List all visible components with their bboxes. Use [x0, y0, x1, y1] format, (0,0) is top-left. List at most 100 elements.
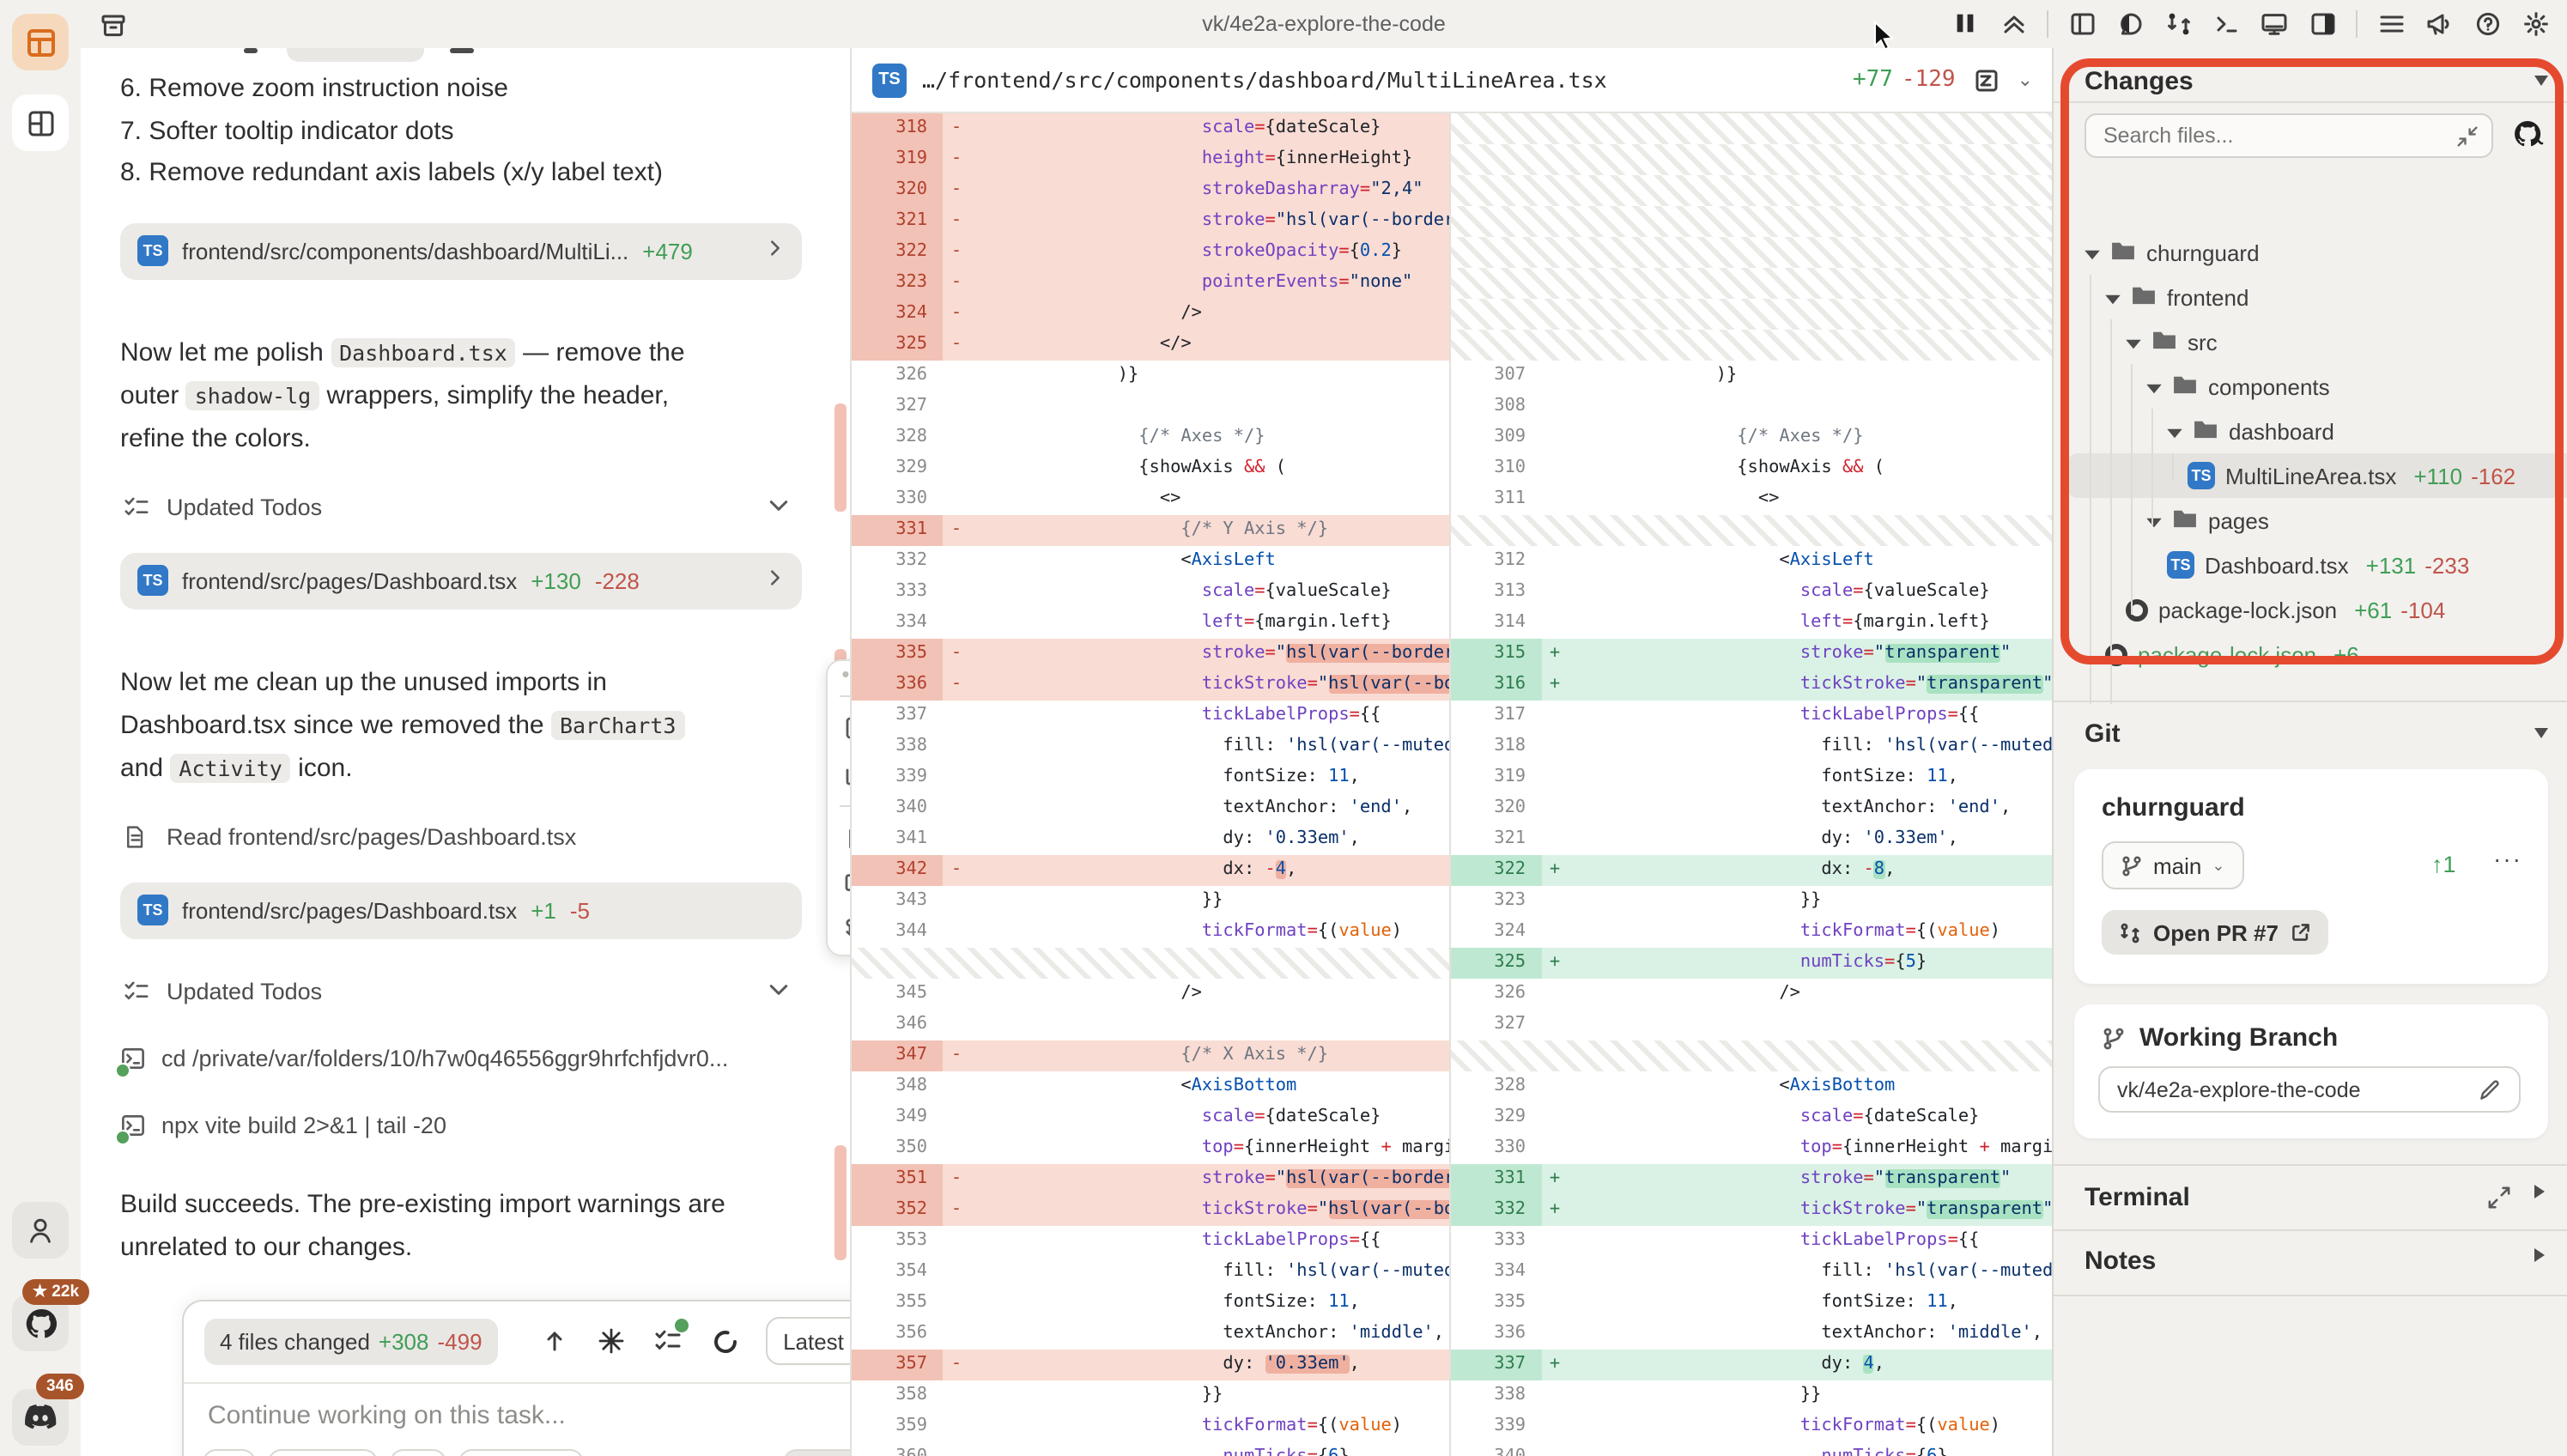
file-search-box[interactable] [2085, 113, 2493, 158]
working-branch-field[interactable]: vk/4e2a-explore-the-code [2098, 1066, 2521, 1113]
send-button[interactable]: Send [784, 1449, 850, 1456]
tree-item-label: dashboard [2229, 418, 2334, 444]
line-number: 337 [852, 701, 943, 731]
chevron-down-icon[interactable] [768, 494, 790, 521]
spark-icon[interactable] [596, 1326, 627, 1356]
diff-view-icon[interactable] [1971, 64, 2002, 95]
help-icon[interactable] [2473, 9, 2502, 38]
notes-expand-caret[interactable] [2533, 1250, 2546, 1260]
play-icon[interactable] [840, 822, 850, 853]
changes-collapse-caret[interactable] [2534, 76, 2548, 86]
tool-call-row[interactable]: Updated Todos [120, 976, 790, 1007]
diff-new-column[interactable]: 307 )}308309 {/* Axes */}310 {showAxis &… [1448, 113, 2054, 1456]
boards-button[interactable] [12, 94, 69, 151]
tree-item-dashboard-tsx[interactable]: TSDashboard.tsx+131-233 [2067, 543, 2567, 587]
tree-item-churnguard[interactable]: churnguard [2067, 230, 2567, 275]
collapse-up-icon[interactable] [1999, 9, 2028, 38]
terminal-command-row[interactable]: npx vite build 2>&1 | tail -20 [120, 1112, 807, 1138]
chat-bubble-icon[interactable] [2115, 9, 2145, 38]
file-change-chip[interactable]: TSfrontend/src/components/dashboard/Mult… [120, 222, 802, 279]
model-dropdown[interactable]: Opus⌄ [268, 1449, 377, 1456]
panel-right-icon[interactable] [2308, 9, 2337, 38]
push-ahead-count[interactable]: ↑1 [2431, 852, 2456, 877]
removed-count: -499 [438, 1328, 482, 1354]
settings-sliders-button[interactable] [203, 1449, 256, 1456]
panel-left-icon[interactable] [2067, 9, 2097, 38]
github-cat-icon[interactable] [2510, 117, 2545, 160]
composer-placeholder[interactable]: Continue working on this task... [208, 1401, 566, 1430]
change-sign [943, 546, 970, 577]
diff-old-column[interactable]: 318- scale={dateScale}319- height={inner… [852, 113, 1448, 1456]
tree-item-multilinearea-tsx[interactable]: TSMultiLineArea.tsx+110-162 [2067, 453, 2567, 498]
monitor-icon[interactable] [840, 869, 850, 900]
megaphone-icon[interactable] [2424, 9, 2454, 38]
line-number: 334 [1450, 1257, 1541, 1288]
diff-code-row: 326 /> [1450, 979, 2054, 1010]
diff-code-row: 320- strokeDasharray="2,4" [852, 175, 1448, 206]
collapse-tree-icon[interactable] [2457, 124, 2478, 147]
pause-icon[interactable] [1951, 9, 1980, 38]
change-sign [1541, 453, 1569, 484]
code-text: top={innerHeight + margin.top} [970, 1133, 1448, 1164]
line-number: 324 [1450, 917, 1541, 948]
tree-item-src[interactable]: src [2067, 319, 2567, 364]
diff-code-row: 331+ stroke="transparent" [1450, 1164, 2054, 1195]
diff-gap-row [1450, 113, 2054, 144]
more-options-icon[interactable]: ••• [841, 670, 850, 680]
todos-status-icon[interactable] [652, 1326, 683, 1356]
git-compare-icon[interactable] [2163, 9, 2193, 38]
file-change-chip[interactable]: TSfrontend/src/pages/Dashboard.tsx+130-2… [120, 552, 802, 609]
open-pr-button[interactable]: Open PR #7 [2102, 910, 2328, 955]
diff-code-row: 312 <AxisLeft [1450, 546, 2054, 577]
monitor-icon[interactable] [2260, 9, 2289, 38]
version-dropdown[interactable]: Latest ⌄ [766, 1317, 850, 1365]
tree-item-pages[interactable]: pages [2067, 498, 2567, 543]
terminal-section-title[interactable]: Terminal [2085, 1183, 2190, 1212]
repo-name: churnguard [2102, 793, 2245, 822]
change-sign [1541, 1319, 1569, 1350]
branch-dropdown[interactable]: main ⌄ [2102, 841, 2243, 889]
fast-forward-button[interactable] [389, 1449, 446, 1456]
chevron-down-icon[interactable] [768, 978, 790, 1005]
line-number: 332 [852, 546, 943, 577]
diff-code-row: 338 fill: 'hsl(var(--muted-foreground))'… [852, 731, 1448, 762]
terminal-command-row[interactable]: cd /private/var/folders/10/h7w0q46556ggr… [120, 1045, 807, 1071]
menu-icon[interactable] [2376, 9, 2406, 38]
terminal-icon[interactable] [2212, 9, 2241, 38]
copy-icon[interactable] [840, 759, 850, 790]
mode-dropdown[interactable]: Default⌄ [458, 1449, 585, 1456]
change-sign [943, 1226, 970, 1257]
tree-item-dashboard[interactable]: dashboard [2067, 409, 2567, 453]
account-button[interactable] [12, 1202, 69, 1259]
tree-item-frontend[interactable]: frontend [2067, 275, 2567, 319]
edit-pencil-icon[interactable] [2478, 1077, 2502, 1101]
tool-call-row[interactable]: Read frontend/src/pages/Dashboard.tsx [120, 822, 790, 852]
code-text: }} [970, 886, 1448, 917]
change-sign [943, 1411, 970, 1442]
diff-code-row: 337+ dy: 4, [1450, 1350, 2054, 1380]
search-input[interactable] [2100, 122, 2457, 149]
repo-more-menu[interactable]: ··· [2493, 845, 2522, 872]
git-collapse-caret[interactable] [2534, 728, 2548, 738]
terminal-expand-caret[interactable] [2533, 1186, 2546, 1197]
change-sign [1541, 886, 1569, 917]
app-logo[interactable] [12, 14, 69, 70]
tree-item-components[interactable]: components [2067, 364, 2567, 409]
tree-item-package-lock-json[interactable]: package-lock.json+6 [2067, 632, 2567, 676]
files-changed-chip[interactable]: 4 files changed +308 -499 [204, 1318, 498, 1364]
collapse-diff-chevron[interactable]: ⌄ [2018, 69, 2033, 91]
tree-item-package-lock-json[interactable]: package-lock.json+61-104 [2067, 587, 2567, 632]
changes-section-title[interactable]: Changes [2085, 67, 2194, 96]
chat-panel[interactable]: 6. Remove zoom instruction noise7. Softe… [81, 48, 850, 1456]
git-section-title[interactable]: Git [2085, 719, 2121, 749]
change-sign [943, 793, 970, 824]
git-compare-icon[interactable] [840, 915, 850, 946]
expand-terminal-icon[interactable] [2488, 1186, 2510, 1217]
notes-section-title[interactable]: Notes [2085, 1247, 2156, 1276]
gear-icon[interactable] [2521, 9, 2550, 38]
file-change-chip[interactable]: TSfrontend/src/pages/Dashboard.tsx+1-5 [120, 882, 802, 938]
session-footer-card: 4 files changed +308 -499 Latest ⌄ Conti… [182, 1300, 850, 1456]
tool-call-row[interactable]: Updated Todos [120, 492, 790, 523]
scroll-up-icon[interactable] [539, 1326, 570, 1356]
stamp-icon[interactable] [840, 713, 850, 743]
